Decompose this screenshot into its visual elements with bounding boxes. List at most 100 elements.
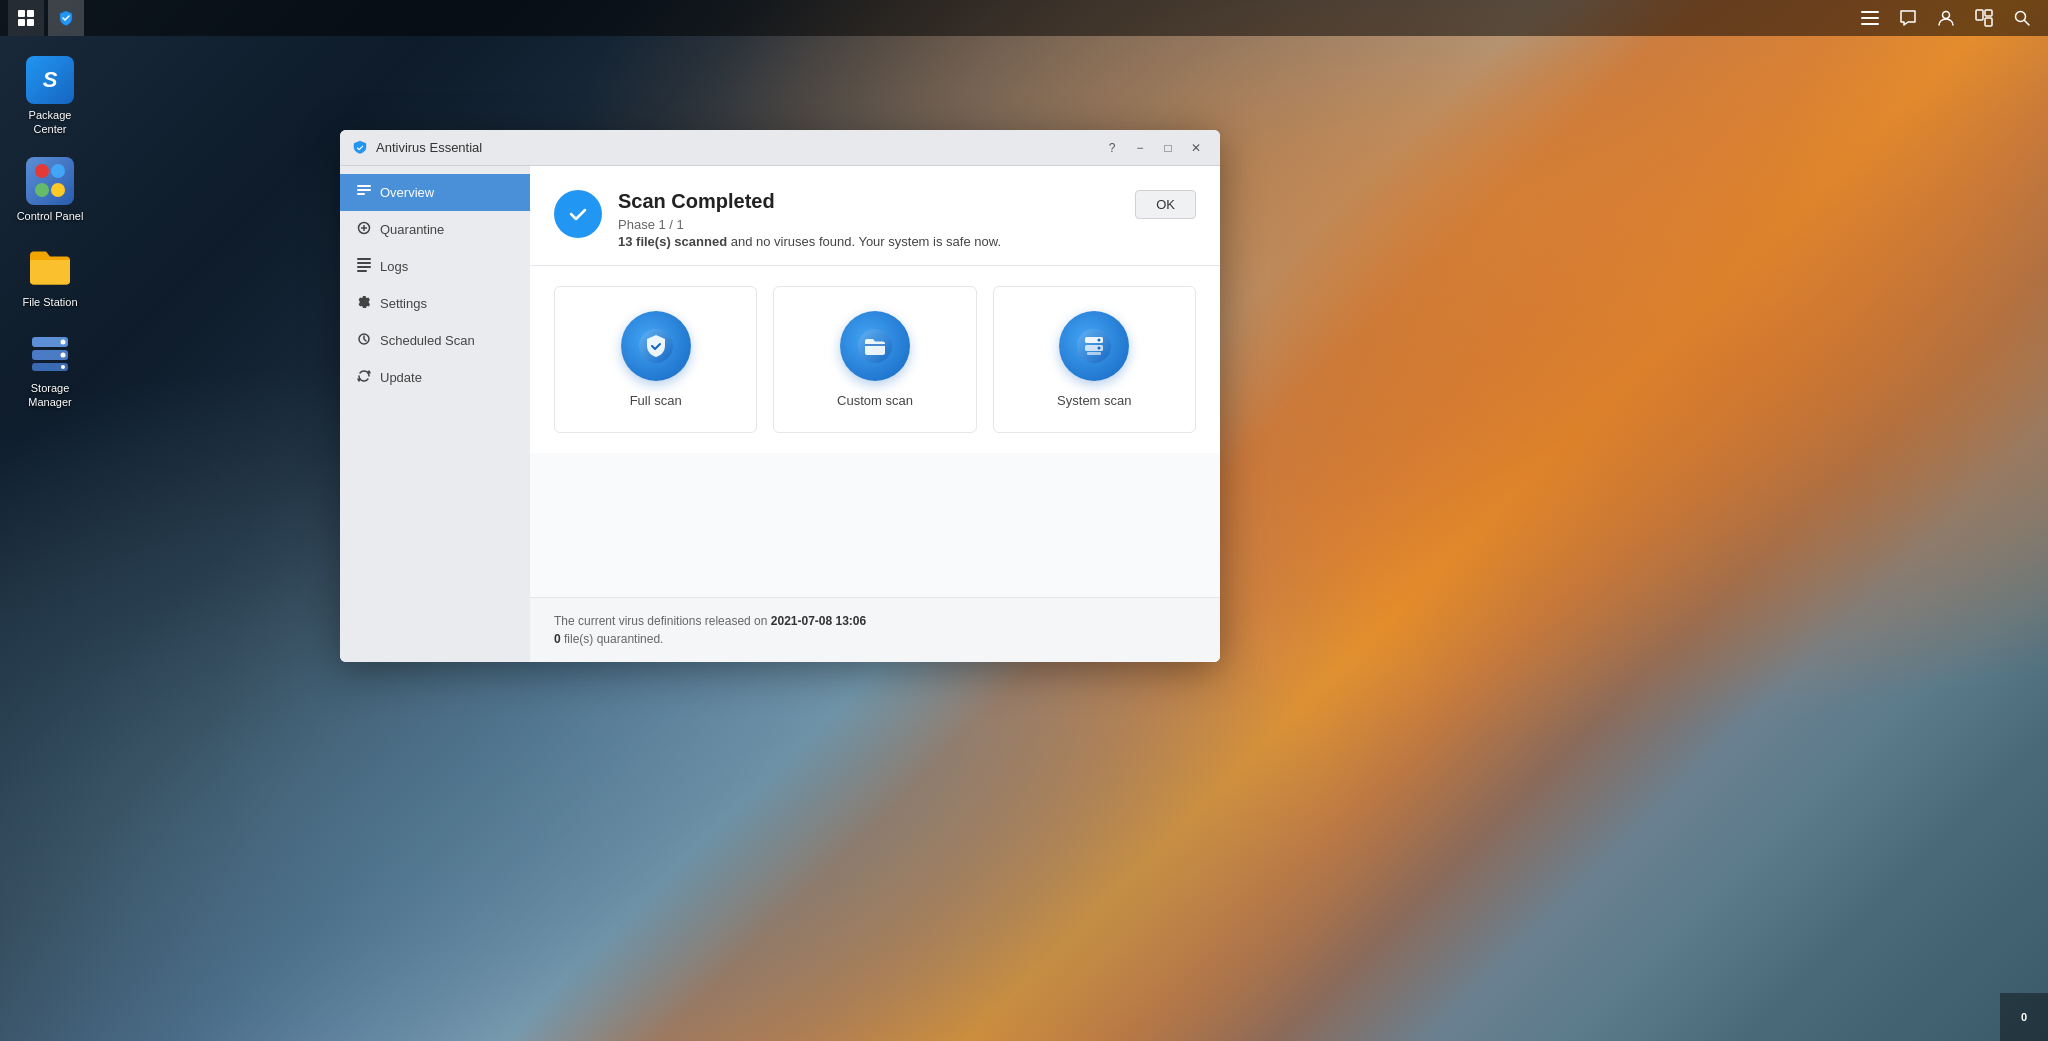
virus-def-prefix: The current virus definitions released o… [554, 614, 771, 628]
antivirus-shield-icon [352, 140, 368, 156]
file-station-icon [26, 243, 74, 291]
scan-options: Full scan [530, 266, 1220, 453]
svg-point-15 [61, 353, 66, 358]
svg-rect-3 [27, 19, 34, 26]
svg-rect-4 [1861, 11, 1879, 13]
app-switcher-button[interactable] [8, 0, 44, 36]
svg-point-17 [61, 365, 65, 369]
storage-manager-label: Storage Manager [16, 381, 84, 410]
maximize-button[interactable]: □ [1156, 136, 1180, 160]
control-panel-icon [26, 157, 74, 205]
scan-complete-circle [554, 190, 602, 238]
system-scan-icon [1059, 311, 1129, 381]
svg-rect-26 [357, 266, 371, 268]
full-scan-card[interactable]: Full scan [554, 286, 757, 433]
window-titlebar: Antivirus Essential ? − □ ✕ [340, 130, 1220, 166]
search-button[interactable] [2004, 0, 2040, 36]
desktop-icon-control-panel[interactable]: Control Panel [10, 151, 90, 229]
quarantine-icon [356, 221, 372, 238]
svg-rect-24 [357, 258, 371, 260]
sidebar-update-label: Update [380, 370, 422, 385]
sidebar-overview-label: Overview [380, 185, 434, 200]
hamburger-menu-button[interactable] [1852, 0, 1888, 36]
scan-completed-title: Scan Completed [618, 190, 1119, 213]
taskbar-left [8, 0, 84, 36]
system-scan-label: System scan [1057, 393, 1131, 408]
svg-rect-35 [1087, 352, 1101, 355]
overview-icon [356, 184, 372, 201]
control-panel-label: Control Panel [17, 209, 84, 223]
quarantine-suffix: file(s) quarantined. [561, 632, 664, 646]
full-scan-label: Full scan [630, 393, 682, 408]
close-button[interactable]: ✕ [1184, 136, 1208, 160]
custom-scan-label: Custom scan [837, 393, 913, 408]
minimize-button[interactable]: − [1128, 136, 1152, 160]
scheduled-scan-icon [356, 332, 372, 349]
scan-info: Scan Completed Phase 1 / 1 13 file(s) sc… [618, 190, 1119, 249]
sidebar-settings-label: Settings [380, 296, 427, 311]
svg-rect-1 [27, 10, 34, 17]
settings-icon [356, 295, 372, 312]
window-footer: The current virus definitions released o… [530, 597, 1220, 662]
svg-rect-0 [18, 10, 25, 17]
window-title-left: Antivirus Essential [352, 140, 482, 156]
desktop-icon-file-station[interactable]: File Station [10, 237, 90, 315]
svg-point-7 [1943, 12, 1950, 19]
window-controls: ? − □ ✕ [1100, 136, 1208, 160]
svg-rect-18 [357, 185, 371, 187]
custom-scan-card[interactable]: Custom scan [773, 286, 976, 433]
system-scan-card[interactable]: System scan [993, 286, 1196, 433]
antivirus-taskbar-button[interactable] [48, 0, 84, 36]
full-scan-icon [621, 311, 691, 381]
taskbar-right [1852, 0, 2040, 36]
svg-rect-25 [357, 262, 371, 264]
window-body: Overview Quarantine [340, 166, 1220, 662]
package-center-icon: S [26, 56, 74, 104]
svg-rect-2 [18, 19, 25, 26]
svg-rect-5 [1861, 17, 1879, 19]
system-tray-count[interactable]: 0 [2000, 993, 2048, 1041]
window-main: Scan Completed Phase 1 / 1 13 file(s) sc… [530, 166, 1220, 662]
file-station-label: File Station [22, 295, 77, 309]
sidebar-item-quarantine[interactable]: Quarantine [340, 211, 530, 248]
antivirus-window: Antivirus Essential ? − □ ✕ Overview [340, 130, 1220, 662]
sidebar-item-update[interactable]: Update [340, 359, 530, 396]
sidebar-item-scheduled-scan[interactable]: Scheduled Scan [340, 322, 530, 359]
scan-files-count: 13 file(s) scanned [618, 234, 727, 249]
help-button[interactable]: ? [1100, 136, 1124, 160]
taskbar-top [0, 0, 2048, 36]
desktop-icon-package-center[interactable]: S Package Center [10, 50, 90, 143]
user-button[interactable] [1928, 0, 1964, 36]
scan-header: Scan Completed Phase 1 / 1 13 file(s) sc… [530, 166, 1220, 266]
svg-rect-6 [1861, 23, 1879, 25]
svg-rect-20 [357, 193, 365, 195]
sidebar-scheduled-scan-label: Scheduled Scan [380, 333, 475, 348]
svg-point-34 [1098, 347, 1101, 350]
sidebar-item-logs[interactable]: Logs [340, 248, 530, 285]
sidebar-logs-label: Logs [380, 259, 408, 274]
sidebar-item-settings[interactable]: Settings [340, 285, 530, 322]
package-center-label: Package Center [16, 108, 84, 137]
sidebar-item-overview[interactable]: Overview [340, 174, 530, 211]
window-title-text: Antivirus Essential [376, 140, 482, 155]
quarantine-count: 0 [554, 632, 561, 646]
virus-def-date: 2021-07-08 13:06 [771, 614, 866, 628]
window-manager-button[interactable] [1966, 0, 2002, 36]
quarantine-count-text: 0 file(s) quarantined. [554, 632, 1196, 646]
svg-rect-27 [357, 270, 367, 272]
svg-rect-10 [1985, 18, 1992, 26]
sidebar-quarantine-label: Quarantine [380, 222, 444, 237]
custom-scan-icon [840, 311, 910, 381]
logs-icon [356, 258, 372, 275]
scan-phase: Phase 1 / 1 [618, 217, 1119, 232]
desktop-icon-storage-manager[interactable]: Storage Manager [10, 323, 90, 416]
virus-def-text: The current virus definitions released o… [554, 614, 1196, 628]
svg-rect-19 [357, 189, 371, 191]
svg-rect-9 [1985, 10, 1992, 16]
scan-ok-button[interactable]: OK [1135, 190, 1196, 219]
svg-rect-8 [1976, 10, 1983, 20]
window-sidebar: Overview Quarantine [340, 166, 530, 662]
svg-point-33 [1098, 339, 1101, 342]
chat-button[interactable] [1890, 0, 1926, 36]
update-icon [356, 369, 372, 386]
